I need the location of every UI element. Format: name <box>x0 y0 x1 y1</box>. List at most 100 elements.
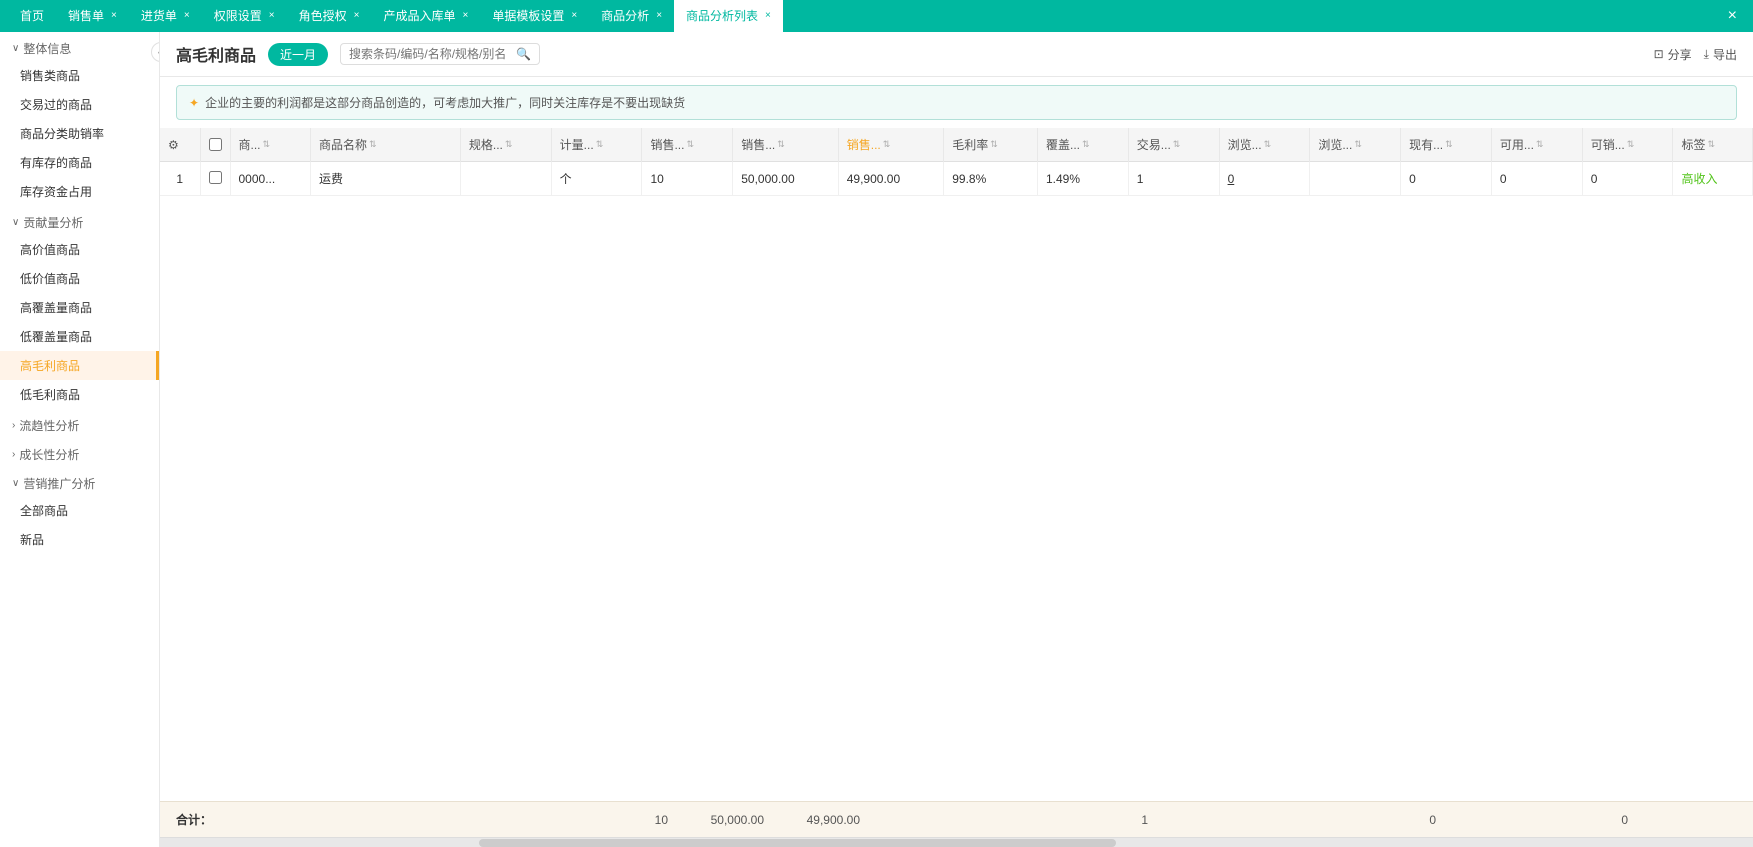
sidebar-item-sales-goods[interactable]: 销售类商品 <box>0 61 159 90</box>
col-stock-current: 现有... ⇅ <box>1401 128 1492 162</box>
nav-home[interactable]: 首页 <box>8 0 56 32</box>
col-settings[interactable]: ⚙ <box>160 128 200 162</box>
sidebar-item-low-value[interactable]: 低价值商品 <box>0 264 159 293</box>
nav-product-analysis-close[interactable]: × <box>656 0 662 32</box>
sidebar-group-trend-arrow: › <box>12 420 15 431</box>
col-gross-margin-sort[interactable]: ⇅ <box>990 139 998 150</box>
export-button[interactable]: ⤓ 导出 <box>1704 46 1737 63</box>
scrollbar-thumb[interactable] <box>479 839 1116 847</box>
footer-label: 合计： <box>176 811 212 828</box>
footer-tx-count: 1 <box>1068 813 1148 827</box>
footer-sale-qty: 10 <box>588 813 668 827</box>
col-sale-qty-sort[interactable]: ⇅ <box>686 139 694 150</box>
sidebar-item-high-value[interactable]: 高价值商品 <box>0 235 159 264</box>
nav-permission-settings-close[interactable]: × <box>269 0 275 32</box>
col-name: 商品名称 ⇅ <box>311 128 461 162</box>
info-icon: ✦ <box>189 96 199 110</box>
top-navigation: 首页 销售单 × 进货单 × 权限设置 × 角色授权 × 产成品入库单 × 单据… <box>0 0 1753 32</box>
select-all-checkbox[interactable] <box>209 138 222 151</box>
col-stock-current-sort[interactable]: ⇅ <box>1445 139 1453 150</box>
search-input[interactable] <box>349 47 512 61</box>
sidebar-group-overall[interactable]: ∨ 整体信息 <box>0 32 159 61</box>
nav-template-settings[interactable]: 单据模板设置 × <box>480 0 589 32</box>
sidebar-item-traded-goods[interactable]: 交易过的商品 <box>0 90 159 119</box>
content-area: 高毛利商品 近一月 🔍 ⊡ 分享 ⤓ 导出 ✦ 企业的主要的利润都是这部分商品创… <box>160 32 1753 847</box>
export-icon: ⤓ <box>1704 47 1709 62</box>
cell-sale-amt: 50,000.00 <box>733 162 839 196</box>
col-tx-count-sort[interactable]: ⇅ <box>1173 139 1181 150</box>
cell-view1[interactable]: 0 <box>1219 162 1310 196</box>
nav-product-analysis-list[interactable]: 商品分析列表 × <box>674 0 783 32</box>
nav-sales-order-close[interactable]: × <box>111 0 117 32</box>
nav-purchase-order-close[interactable]: × <box>184 0 190 32</box>
col-unit-sort[interactable]: ⇅ <box>596 139 604 150</box>
sidebar-group-overall-arrow: ∨ <box>12 43 19 54</box>
nav-sales-order[interactable]: 销售单 × <box>56 0 129 32</box>
window-close-button[interactable]: × <box>1720 7 1745 25</box>
sidebar-group-marketing-arrow: ∨ <box>12 478 19 489</box>
col-sale-profit: 销售... ⇅ <box>838 128 944 162</box>
nav-product-analysis[interactable]: 商品分析 × <box>589 0 674 32</box>
table-header-row: ⚙ 商... ⇅ <box>160 128 1753 162</box>
col-sale-profit-sort[interactable]: ⇅ <box>883 139 891 150</box>
col-tag-sort[interactable]: ⇅ <box>1707 139 1715 150</box>
nav-product-inbound[interactable]: 产成品入库单 × <box>371 0 480 32</box>
sidebar-item-stock-capital[interactable]: 库存资金占用 <box>0 177 159 206</box>
nav-purchase-order[interactable]: 进货单 × <box>129 0 202 32</box>
cell-tx-count: 1 <box>1128 162 1219 196</box>
sidebar-group-trend[interactable]: › 流趋性分析 <box>0 409 159 438</box>
col-checkbox[interactable] <box>200 128 230 162</box>
sidebar-item-high-coverage[interactable]: 高覆盖量商品 <box>0 293 159 322</box>
col-stock-sale-sort[interactable]: ⇅ <box>1627 139 1635 150</box>
product-table: ⚙ 商... ⇅ <box>160 128 1753 196</box>
col-code: 商... ⇅ <box>230 128 311 162</box>
nav-product-analysis-list-close[interactable]: × <box>765 0 771 32</box>
data-table-container[interactable]: ⚙ 商... ⇅ <box>160 128 1753 801</box>
search-icon[interactable]: 🔍 <box>516 47 531 61</box>
footer-stock-sale: 0 <box>1548 813 1628 827</box>
row-checkbox[interactable] <box>209 171 222 184</box>
sidebar-item-low-coverage[interactable]: 低覆盖量商品 <box>0 322 159 351</box>
share-icon: ⊡ <box>1654 47 1664 61</box>
cell-unit: 个 <box>551 162 642 196</box>
cell-stock-sale: 0 <box>1582 162 1673 196</box>
filter-recent-month-button[interactable]: 近一月 <box>268 43 328 66</box>
cell-checkbox[interactable] <box>200 162 230 196</box>
nav-role-auth-close[interactable]: × <box>354 0 360 32</box>
settings-icon[interactable]: ⚙ <box>168 138 179 152</box>
sidebar-group-growth-arrow: › <box>12 449 15 460</box>
sidebar-item-all-goods[interactable]: 全部商品 <box>0 496 159 525</box>
sidebar-group-contribution[interactable]: ∨ 贡献量分析 <box>0 206 159 235</box>
sidebar-item-new-goods[interactable]: 新品 <box>0 525 159 554</box>
col-view1-sort[interactable]: ⇅ <box>1264 139 1272 150</box>
col-code-sort[interactable]: ⇅ <box>263 139 271 150</box>
cell-index: 1 <box>160 162 200 196</box>
search-box[interactable]: 🔍 <box>340 43 540 65</box>
cell-stock-current: 0 <box>1401 162 1492 196</box>
share-button[interactable]: ⊡ 分享 <box>1654 46 1692 63</box>
nav-permission-settings[interactable]: 权限设置 × <box>202 0 287 32</box>
sidebar-item-category-rate[interactable]: 商品分类助销率 <box>0 119 159 148</box>
cell-coverage: 1.49% <box>1038 162 1129 196</box>
col-coverage-sort[interactable]: ⇅ <box>1082 139 1090 150</box>
col-sale-amt-sort[interactable]: ⇅ <box>777 139 785 150</box>
col-view2-sort[interactable]: ⇅ <box>1354 139 1362 150</box>
col-view1: 浏览... ⇅ <box>1219 128 1310 162</box>
cell-stock-avail: 0 <box>1491 162 1582 196</box>
sidebar-item-low-margin[interactable]: 低毛利商品 <box>0 380 159 409</box>
sidebar-group-growth[interactable]: › 成长性分析 <box>0 438 159 467</box>
nav-role-auth[interactable]: 角色授权 × <box>287 0 372 32</box>
cell-name: 运费 <box>311 162 461 196</box>
col-name-sort[interactable]: ⇅ <box>369 139 377 150</box>
horizontal-scrollbar[interactable] <box>160 837 1753 847</box>
col-stock-avail-sort[interactable]: ⇅ <box>1536 139 1544 150</box>
col-view2: 浏览... ⇅ <box>1310 128 1401 162</box>
sidebar-item-high-margin[interactable]: 高毛利商品 <box>0 351 159 380</box>
sidebar-group-marketing[interactable]: ∨ 营销推广分析 <box>0 467 159 496</box>
sidebar-item-stocked-goods[interactable]: 有库存的商品 <box>0 148 159 177</box>
footer-totals: 合计： 10 50,000.00 49,900.00 1 0 0 <box>160 801 1753 837</box>
nav-product-inbound-close[interactable]: × <box>462 0 468 32</box>
nav-template-settings-close[interactable]: × <box>571 0 577 32</box>
col-spec-sort[interactable]: ⇅ <box>505 139 513 150</box>
content-header: 高毛利商品 近一月 🔍 ⊡ 分享 ⤓ 导出 <box>160 32 1753 77</box>
